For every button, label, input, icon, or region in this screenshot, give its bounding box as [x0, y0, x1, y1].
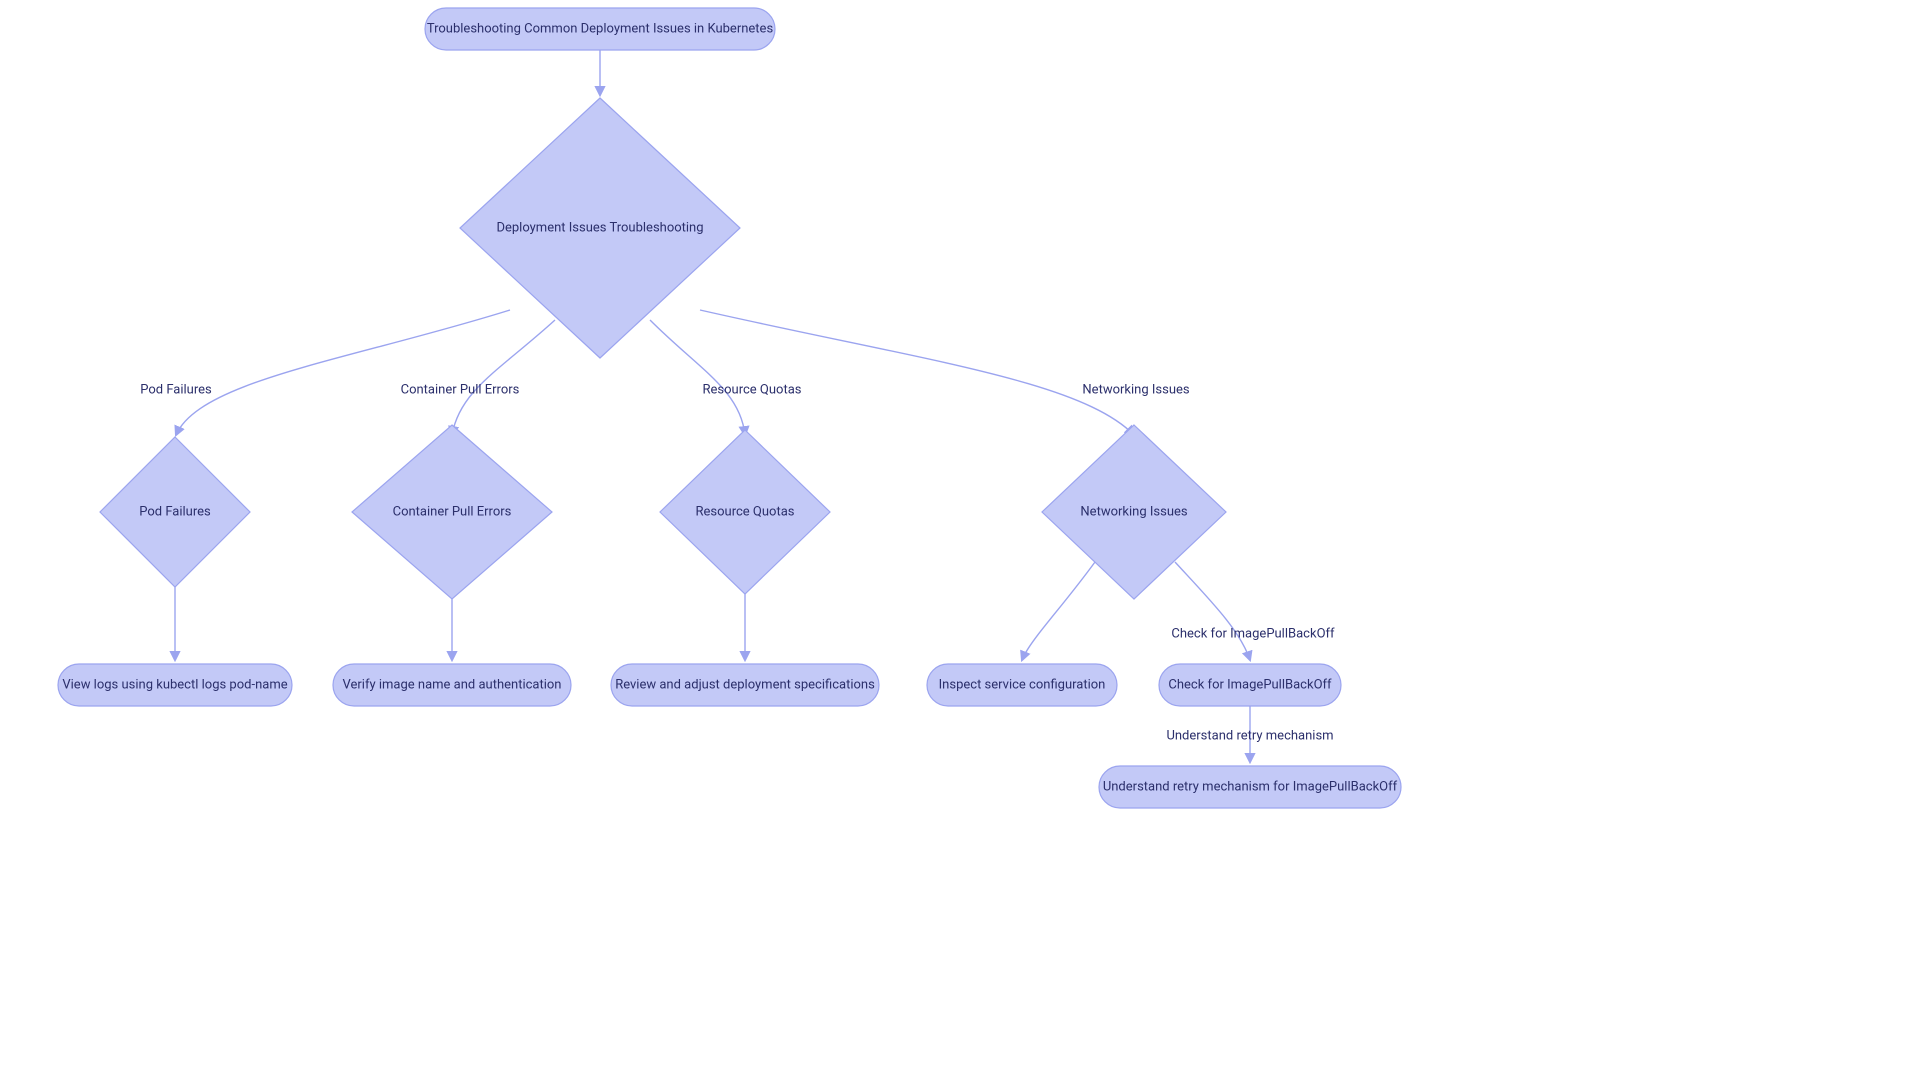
- root-decision-node: Deployment Issues Troubleshooting: [460, 98, 740, 358]
- net-leaf-a-node: Inspect service configuration: [927, 664, 1117, 706]
- pull-leaf-node: Verify image name and authentication: [333, 664, 571, 706]
- pod-leaf-text: View logs using kubectl logs pod-name: [62, 677, 287, 692]
- quota-leaf-node: Review and adjust deployment specificati…: [611, 664, 879, 706]
- net-leaf-b-node: Check for ImagePullBackOff: [1159, 664, 1341, 706]
- root-decision-text: Deployment Issues Troubleshooting: [496, 220, 703, 235]
- title-text: Troubleshooting Common Deployment Issues…: [427, 21, 774, 36]
- edge-label-net: Networking Issues: [1082, 382, 1189, 397]
- edge-root-to-pod: [176, 310, 510, 435]
- edge-label-quota: Resource Quotas: [703, 382, 802, 397]
- net-leaf-b-text: Check for ImagePullBackOff: [1168, 677, 1332, 692]
- quota-decision-text: Resource Quotas: [696, 504, 795, 519]
- title-node: Troubleshooting Common Deployment Issues…: [425, 8, 775, 50]
- edge-net-to-leaf-b: [1175, 562, 1250, 660]
- quota-decision-node: Resource Quotas: [660, 430, 830, 594]
- pull-decision-node: Container Pull Errors: [352, 425, 552, 599]
- edge-root-to-quota: [650, 320, 745, 435]
- net-leaf-c-text: Understand retry mechanism for ImagePull…: [1103, 779, 1398, 794]
- pod-decision-text: Pod Failures: [139, 504, 211, 519]
- edge-label-net-b: Check for ImagePullBackOff: [1171, 626, 1335, 641]
- net-decision-text: Networking Issues: [1080, 504, 1187, 519]
- quota-leaf-text: Review and adjust deployment specificati…: [615, 677, 875, 692]
- pull-decision-text: Container Pull Errors: [393, 504, 512, 519]
- net-decision-node: Networking Issues: [1042, 425, 1226, 599]
- net-leaf-c-node: Understand retry mechanism for ImagePull…: [1099, 766, 1401, 808]
- pod-decision-node: Pod Failures: [100, 437, 250, 587]
- edge-label-net-c: Understand retry mechanism: [1166, 728, 1333, 743]
- edge-root-to-pull: [452, 320, 555, 435]
- edge-label-pod: Pod Failures: [140, 382, 212, 397]
- edge-label-pull: Container Pull Errors: [401, 382, 520, 397]
- flowchart-diagram: Troubleshooting Common Deployment Issues…: [0, 0, 1920, 1083]
- net-leaf-a-text: Inspect service configuration: [939, 677, 1106, 692]
- edge-root-to-net: [700, 310, 1134, 435]
- edge-net-to-leaf-a: [1022, 562, 1095, 660]
- pod-leaf-node: View logs using kubectl logs pod-name: [58, 664, 292, 706]
- pull-leaf-text: Verify image name and authentication: [342, 677, 561, 692]
